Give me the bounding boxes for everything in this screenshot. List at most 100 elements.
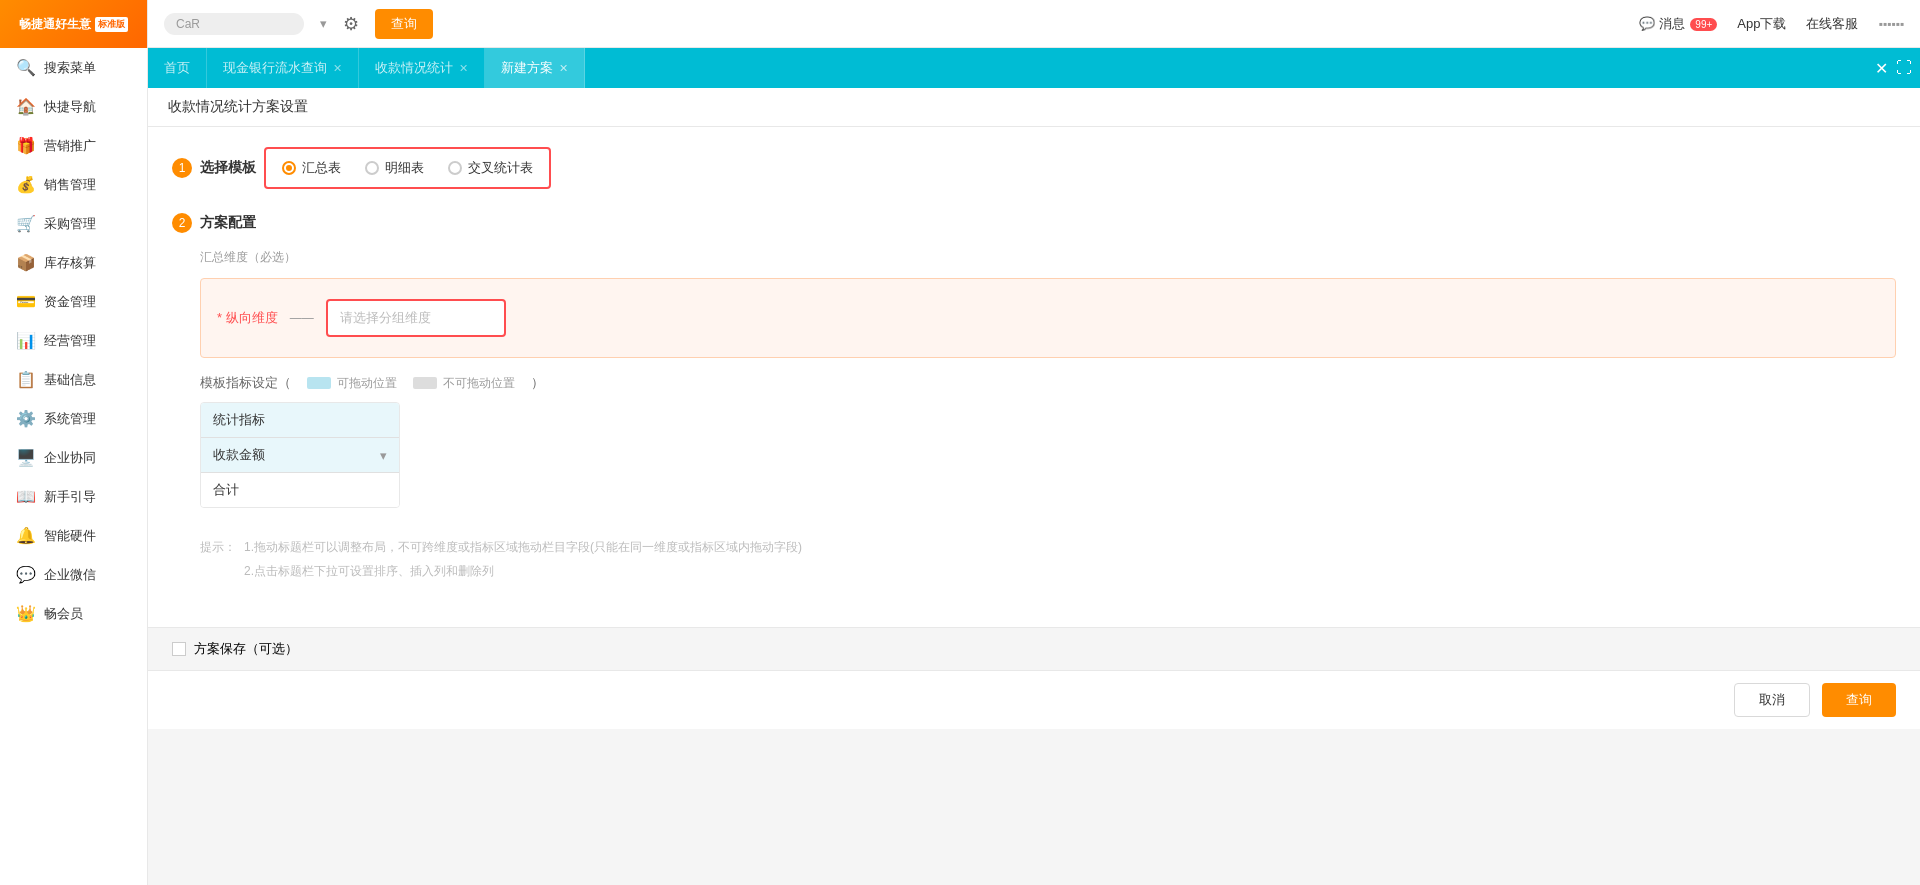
radio-detail-label: 明细表: [385, 159, 424, 177]
metrics-table-header: 统计指标: [201, 403, 399, 438]
online-service-link[interactable]: 在线客服: [1806, 15, 1858, 33]
close-window-icon[interactable]: ✕: [1875, 59, 1888, 78]
dimension-row: * 纵向维度 —— 请选择分组维度: [217, 299, 1879, 337]
tab-new-plan[interactable]: 新建方案✕: [485, 48, 585, 88]
purchase-icon: 🛒: [16, 214, 36, 233]
sidebar-item-label: 畅会员: [44, 605, 83, 623]
radio-cross[interactable]: 交叉统计表: [448, 159, 533, 177]
basic-info-icon: 📋: [16, 370, 36, 389]
metrics-cell-amount[interactable]: 收款金额 ▾: [201, 438, 399, 472]
sidebar-item-label: 企业微信: [44, 566, 96, 584]
vertical-dim-label: * 纵向维度: [217, 309, 278, 327]
operations-icon: 📊: [16, 331, 36, 350]
enterprise-icon: 🖥️: [16, 448, 36, 467]
tab-bar-right: ✕ ⛶: [1875, 59, 1920, 78]
step2-section: 2 方案配置 汇总维度（必选） * 纵向维度 —— 请选择分组维度: [172, 213, 1896, 583]
message-badge: 99+: [1690, 18, 1717, 31]
radio-detail-btn[interactable]: [365, 161, 379, 175]
query-button[interactable]: 查询: [1822, 683, 1896, 717]
sidebar-item-finance[interactable]: 💳 资金管理: [0, 282, 147, 321]
tab-home[interactable]: 首页: [148, 48, 207, 88]
user-info: ▪▪▪▪▪▪: [1878, 17, 1904, 31]
save-option: 方案保存（可选）: [148, 627, 1920, 670]
dimension-select[interactable]: 请选择分组维度: [326, 299, 506, 337]
step2-label: 方案配置: [200, 214, 256, 232]
trial-button[interactable]: 查询: [375, 9, 433, 39]
maximize-icon[interactable]: ⛶: [1896, 59, 1912, 77]
sidebar-item-label: 资金管理: [44, 293, 96, 311]
marketing-icon: 🎁: [16, 136, 36, 155]
message-icon[interactable]: 💬 消息 99+: [1639, 15, 1717, 33]
legend-not-draggable: 不可拖动位置: [413, 375, 515, 392]
wechat-icon: 💬: [16, 565, 36, 584]
dropdown-icon[interactable]: ▾: [320, 16, 327, 31]
step2-num: 2: [172, 213, 192, 233]
sidebar-item-quick-nav[interactable]: 🏠快捷导航: [0, 87, 147, 126]
tab-close-collection-stats[interactable]: ✕: [459, 62, 468, 75]
breadcrumb: CaR: [164, 13, 304, 35]
settings-icon[interactable]: ⚙: [343, 13, 359, 35]
tip-row-1: 提示： 1.拖动标题栏可以调整布局，不可跨维度或指标区域拖动栏目字段(只能在同一…: [200, 535, 1896, 559]
tab-label-collection-stats: 收款情况统计: [375, 59, 453, 77]
sidebar-item-operations[interactable]: 📊 经营管理: [0, 321, 147, 360]
sidebar-item-label: 销售管理: [44, 176, 96, 194]
sidebar-item-label: 快捷导航: [44, 98, 96, 116]
sidebar-item-search-menu[interactable]: 🔍搜索菜单: [0, 48, 147, 87]
tab-bank-flow[interactable]: 现金银行流水查询✕: [207, 48, 359, 88]
content-area: 收款情况统计方案设置 1 选择模板 汇总表 明细表: [148, 88, 1920, 885]
sidebar-item-label: 营销推广: [44, 137, 96, 155]
tip-prefix: 提示：: [200, 535, 236, 559]
sidebar-item-member[interactable]: 👑畅会员: [0, 594, 147, 633]
dropdown-arrow-icon[interactable]: ▾: [380, 448, 387, 463]
sidebar-item-sales[interactable]: 💰 销售管理: [0, 165, 147, 204]
sidebar-item-marketing[interactable]: 🎁 营销推广: [0, 126, 147, 165]
step1-section: 1 选择模板 汇总表 明细表 交叉统计表: [172, 147, 1896, 189]
sidebar-item-label: 系统管理: [44, 410, 96, 428]
sidebar: 畅捷通好生意 标准版 🔍搜索菜单🏠快捷导航🎁营销推广💰销售管理🛒采购管理📦库存核…: [0, 0, 148, 885]
sidebar-item-guide[interactable]: 📖新手引导: [0, 477, 147, 516]
legend-draggable: 可拖动位置: [307, 375, 397, 392]
sidebar-item-system[interactable]: ⚙️系统管理: [0, 399, 147, 438]
sidebar-item-wechat[interactable]: 💬 企业微信: [0, 555, 147, 594]
hardware-icon: 🔔: [16, 526, 36, 545]
metrics-total-cell: 合计: [201, 472, 399, 507]
guide-icon: 📖: [16, 487, 36, 506]
cancel-button[interactable]: 取消: [1734, 683, 1810, 717]
radio-detail[interactable]: 明细表: [365, 159, 424, 177]
radio-summary-label: 汇总表: [302, 159, 341, 177]
finance-icon: 💳: [16, 292, 36, 311]
tab-close-new-plan[interactable]: ✕: [559, 62, 568, 75]
sidebar-item-purchase[interactable]: 🛒 采购管理: [0, 204, 147, 243]
metrics-table: 统计指标 收款金额 ▾ 合计: [200, 402, 400, 508]
sidebar-item-enterprise[interactable]: 🖥️ 企业协同: [0, 438, 147, 477]
sidebar-item-label: 企业协同: [44, 449, 96, 467]
tab-close-bank-flow[interactable]: ✕: [333, 62, 342, 75]
dimension-area: * 纵向维度 —— 请选择分组维度: [200, 278, 1896, 358]
sidebar-item-inventory[interactable]: 📦库存核算: [0, 243, 147, 282]
top-header: CaR ▾ ⚙ 查询 💬 消息 99+ App下载 在线客服 ▪▪▪▪▪▪: [148, 0, 1920, 48]
sales-icon: 💰: [16, 175, 36, 194]
radio-summary[interactable]: 汇总表: [282, 159, 341, 177]
sidebar-item-label: 经营管理: [44, 332, 96, 350]
search-menu-icon: 🔍: [16, 58, 36, 77]
tip-text-1: 1.拖动标题栏可以调整布局，不可跨维度或指标区域拖动栏目字段(只能在同一维度或指…: [244, 535, 802, 559]
form-container: 1 选择模板 汇总表 明细表 交叉统计表: [148, 127, 1920, 627]
page-title: 收款情况统计方案设置: [168, 98, 308, 114]
main-area: CaR ▾ ⚙ 查询 💬 消息 99+ App下载 在线客服 ▪▪▪▪▪▪ 首页…: [148, 0, 1920, 885]
sidebar-item-label: 采购管理: [44, 215, 96, 233]
tips-area: 提示： 1.拖动标题栏可以调整布局，不可跨维度或指标区域拖动栏目字段(只能在同一…: [200, 535, 1896, 583]
inventory-icon: 📦: [16, 253, 36, 272]
radio-summary-btn[interactable]: [282, 161, 296, 175]
sidebar-item-basic-info[interactable]: 📋基础信息: [0, 360, 147, 399]
tip-text-2: 2.点击标题栏下拉可设置排序、插入列和删除列: [244, 559, 494, 583]
radio-cross-btn[interactable]: [448, 161, 462, 175]
message-label: 消息: [1659, 16, 1685, 31]
sidebar-item-hardware[interactable]: 🔔智能硬件: [0, 516, 147, 555]
metrics-cell-amount-label: 收款金额: [213, 446, 372, 464]
tab-collection-stats[interactable]: 收款情况统计 ✕: [359, 48, 485, 88]
save-checkbox[interactable]: [172, 642, 186, 656]
metrics-legend: 可拖动位置 不可拖动位置: [307, 375, 515, 392]
app-download-link[interactable]: App下载: [1737, 15, 1786, 33]
tip-row-2: 提示： 2.点击标题栏下拉可设置排序、插入列和删除列: [200, 559, 1896, 583]
arrow-icon: ——: [290, 311, 314, 325]
